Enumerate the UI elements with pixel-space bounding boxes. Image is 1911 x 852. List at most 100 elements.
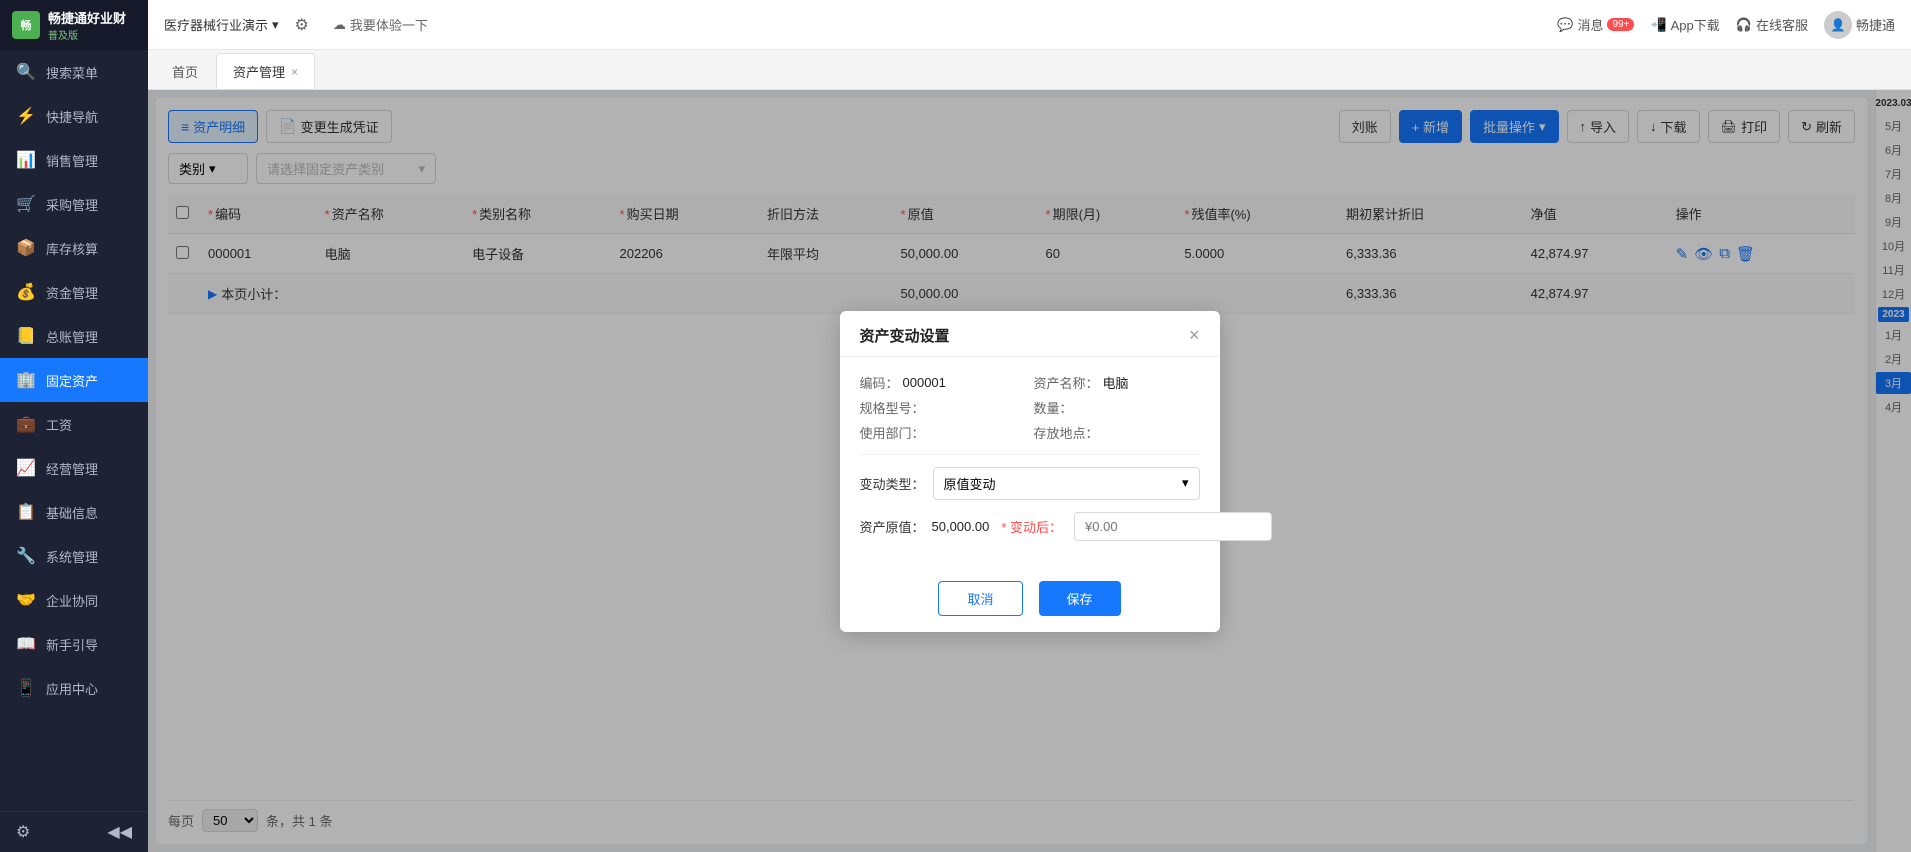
tab-close-icon[interactable]: × <box>291 65 298 79</box>
sidebar-nav: 🔍 搜索菜单 ⚡ 快捷导航 📊 销售管理 🛒 采购管理 📦 库存核算 💰 资金管… <box>0 50 148 811</box>
sidebar-label-basic-info: 基础信息 <box>46 503 98 522</box>
app-download-btn[interactable]: 📲 App下载 <box>1650 15 1719 34</box>
sidebar-label-system: 系统管理 <box>46 547 98 566</box>
dialog-body: 编码： 000001 资产名称： 电脑 规格型号： 数量： <box>840 357 1220 569</box>
tab-home-label: 首页 <box>172 62 198 81</box>
sidebar-item-guide[interactable]: 📖 新手引导 <box>0 622 148 666</box>
tab-asset-management[interactable]: 资产管理 × <box>216 53 315 89</box>
after-change-input[interactable] <box>1074 512 1272 541</box>
ledger-icon: 📒 <box>16 326 36 346</box>
dialog-location-item: 存放地点： <box>1034 423 1200 442</box>
sidebar-label-fixed-assets: 固定资产 <box>46 371 98 390</box>
trial-section[interactable]: ☁ 我要体验一下 <box>333 15 428 34</box>
online-service-label: 在线客服 <box>1756 15 1808 34</box>
sidebar-label-ledger: 总账管理 <box>46 327 98 346</box>
settings-footer-icon[interactable]: ⚙ <box>16 822 30 842</box>
sidebar-item-operations[interactable]: 📈 经营管理 <box>0 446 148 490</box>
app-download-label: App下载 <box>1671 15 1720 34</box>
search-icon: 🔍 <box>16 62 36 82</box>
collapse-icon[interactable]: ◀◀ <box>107 822 132 842</box>
dialog-code-item: 编码： 000001 <box>860 373 1026 392</box>
content-area: ≡ 资产明细 📄 变更生成凭证 刘账 + 新增 <box>148 90 1911 852</box>
sidebar-label-sales: 销售管理 <box>46 151 98 170</box>
topbar: 医疗器械行业演示 ▾ ⚙ ☁ 我要体验一下 💬 消息 99+ 📲 App下载 🎧… <box>148 0 1911 50</box>
dialog-spec-label: 规格型号： <box>860 398 925 417</box>
sidebar-item-sales[interactable]: 📊 销售管理 <box>0 138 148 182</box>
message-btn[interactable]: 💬 消息 99+ <box>1557 15 1634 34</box>
sidebar-item-inventory[interactable]: 📦 库存核算 <box>0 226 148 270</box>
dialog-change-type-select[interactable]: 原值变动 ▾ <box>933 467 1200 500</box>
dialog-dept-label: 使用部门： <box>860 423 925 442</box>
dialog-change-type-value: 原值变动 <box>944 474 996 493</box>
save-btn-label: 保存 <box>1067 592 1093 607</box>
sidebar-label-inventory: 库存核算 <box>46 239 98 258</box>
sidebar-footer: ⚙ ◀◀ <box>0 811 148 852</box>
enterprise-icon: 🤝 <box>16 590 36 610</box>
sidebar-item-system[interactable]: 🔧 系统管理 <box>0 534 148 578</box>
dialog-name-value: 电脑 <box>1103 373 1129 392</box>
message-label: 消息 <box>1577 15 1603 34</box>
sidebar-label-quick-nav: 快捷导航 <box>46 107 98 126</box>
tab-asset-label: 资产管理 <box>233 62 285 81</box>
company-dropdown-icon: ▾ <box>272 17 279 33</box>
dialog-change-type-label: 变动类型： <box>860 474 925 493</box>
purchase-icon: 🛒 <box>16 194 36 214</box>
topbar-left: 医疗器械行业演示 ▾ ⚙ ☁ 我要体验一下 <box>164 15 428 35</box>
sidebar-header: 畅 畅捷通好业财 普及版 <box>0 0 148 50</box>
dialog-close-button[interactable]: × <box>1189 325 1200 346</box>
tabbar: 首页 资产管理 × <box>148 50 1911 90</box>
sidebar: 畅 畅捷通好业财 普及版 🔍 搜索菜单 ⚡ 快捷导航 📊 销售管理 🛒 采购管理… <box>0 0 148 852</box>
sidebar-item-salary[interactable]: 💼 工资 <box>0 402 148 446</box>
dialog-location-label: 存放地点： <box>1034 423 1099 442</box>
sidebar-item-enterprise[interactable]: 🤝 企业协同 <box>0 578 148 622</box>
dialog-title: 资产变动设置 <box>860 325 950 346</box>
sidebar-item-app-center[interactable]: 📱 应用中心 <box>0 666 148 710</box>
app-center-icon: 📱 <box>16 678 36 698</box>
dialog-footer: 取消 保存 <box>840 569 1220 632</box>
save-button[interactable]: 保存 <box>1039 581 1121 616</box>
sidebar-item-basic-info[interactable]: 📋 基础信息 <box>0 490 148 534</box>
user-name: 畅捷通 <box>1856 15 1895 34</box>
sidebar-item-quick-nav[interactable]: ⚡ 快捷导航 <box>0 94 148 138</box>
modal-overlay: 资产变动设置 × 编码： 000001 资产名称： 电脑 <box>148 90 1911 852</box>
tab-home[interactable]: 首页 <box>156 54 214 89</box>
cancel-button[interactable]: 取消 <box>938 581 1022 616</box>
dialog-quantity-item: 数量： <box>1034 398 1200 417</box>
dialog-after-change-label: * 变动后： <box>1001 517 1062 536</box>
quick-nav-icon: ⚡ <box>16 106 36 126</box>
dialog-spec-item: 规格型号： <box>860 398 1026 417</box>
topbar-settings-icon[interactable]: ⚙ <box>295 15 309 35</box>
after-change-text: 变动后： <box>1010 520 1062 535</box>
cancel-btn-label: 取消 <box>967 592 993 607</box>
dialog-change-type-row: 变动类型： 原值变动 ▾ <box>860 467 1200 500</box>
dialog-original-value-label: 资产原值： <box>860 517 920 536</box>
message-icon: 💬 <box>1557 17 1573 33</box>
dialog-name-label: 资产名称： <box>1034 373 1099 392</box>
trial-label: 我要体验一下 <box>350 15 428 34</box>
basic-info-icon: 📋 <box>16 502 36 522</box>
dialog-code-label: 编码： <box>860 373 899 392</box>
avatar: 👤 <box>1824 11 1852 39</box>
main-content: 医疗器械行业演示 ▾ ⚙ ☁ 我要体验一下 💬 消息 99+ 📲 App下载 🎧… <box>148 0 1911 852</box>
sidebar-item-search[interactable]: 🔍 搜索菜单 <box>0 50 148 94</box>
asset-change-dialog: 资产变动设置 × 编码： 000001 资产名称： 电脑 <box>840 311 1220 632</box>
system-icon: 🔧 <box>16 546 36 566</box>
app-title: 畅捷通好业财 <box>48 8 126 27</box>
online-service-btn[interactable]: 🎧 在线客服 <box>1736 15 1808 34</box>
sidebar-item-purchase[interactable]: 🛒 采购管理 <box>0 182 148 226</box>
sidebar-item-ledger[interactable]: 📒 总账管理 <box>0 314 148 358</box>
sidebar-label-fund: 资金管理 <box>46 283 98 302</box>
user-section[interactable]: 👤 畅捷通 <box>1824 11 1895 39</box>
message-badge: 99+ <box>1607 18 1634 31</box>
guide-icon: 📖 <box>16 634 36 654</box>
cloud-icon: ☁ <box>333 17 346 33</box>
sidebar-item-fund[interactable]: 💰 资金管理 <box>0 270 148 314</box>
change-type-dropdown-icon: ▾ <box>1182 475 1189 491</box>
dialog-dept-item: 使用部门： <box>860 423 1026 442</box>
dialog-code-value: 000001 <box>903 375 946 390</box>
sidebar-item-fixed-assets[interactable]: 🏢 固定资产 <box>0 358 148 402</box>
topbar-right: 💬 消息 99+ 📲 App下载 🎧 在线客服 👤 畅捷通 <box>1557 11 1895 39</box>
fund-icon: 💰 <box>16 282 36 302</box>
sales-icon: 📊 <box>16 150 36 170</box>
company-selector[interactable]: 医疗器械行业演示 ▾ <box>164 15 279 34</box>
